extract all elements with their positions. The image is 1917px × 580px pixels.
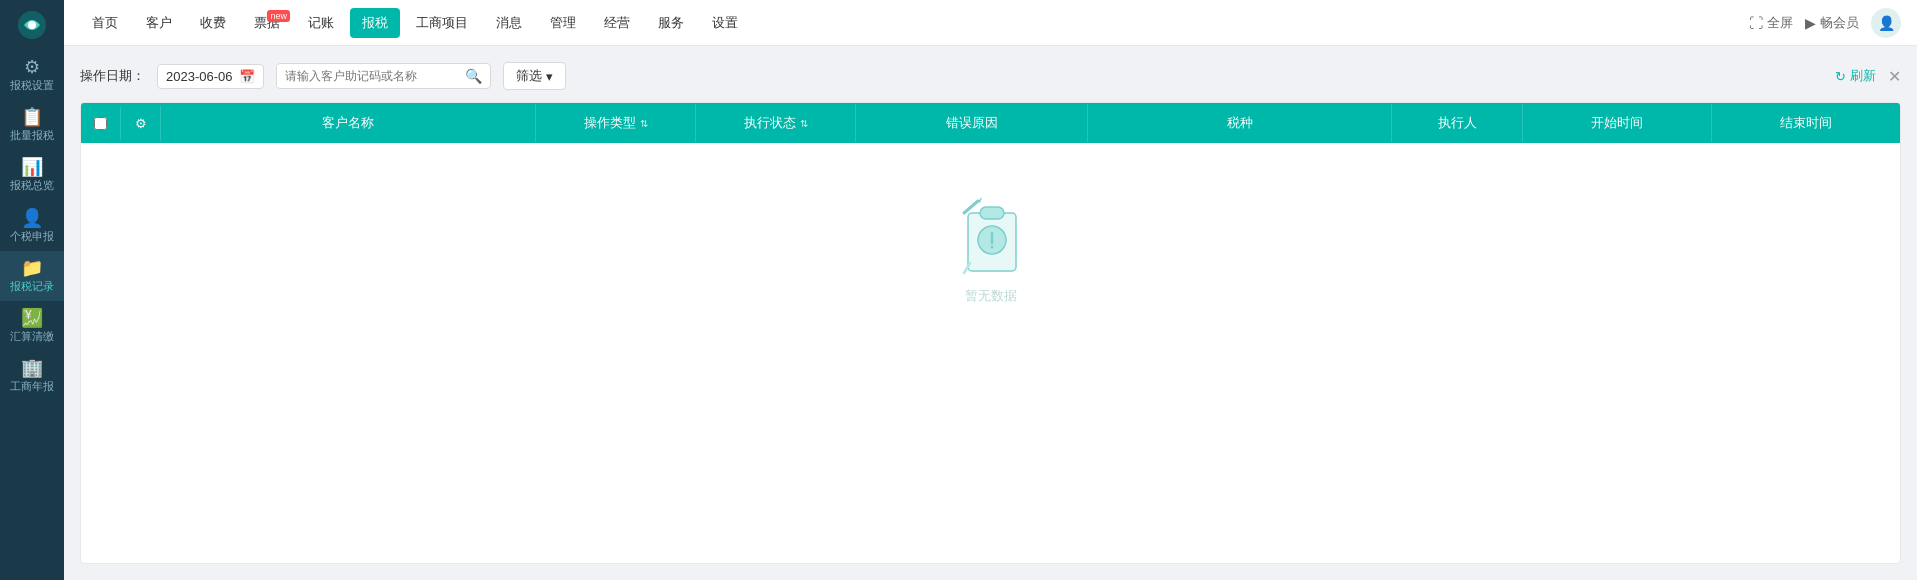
close-icon: ✕ [1888, 68, 1901, 85]
search-icon: 🔍 [465, 68, 482, 84]
overview-icon: 📊 [21, 158, 43, 176]
nav-item-fuwu[interactable]: 服务 [646, 8, 696, 38]
nav-item-jingying[interactable]: 经营 [592, 8, 642, 38]
sidebar-item-label: 汇算清缴 [10, 330, 54, 343]
sidebar-item-baoshuishezhi[interactable]: ⚙ 报税设置 [0, 50, 64, 100]
refresh-button[interactable]: ↻ 刷新 [1835, 67, 1876, 85]
sidebar-item-label: 报税总览 [10, 179, 54, 192]
th-tax-type: 税种 [1088, 104, 1391, 142]
nav-item-shezhi[interactable]: 设置 [700, 8, 750, 38]
avatar-icon: 👤 [1878, 15, 1895, 31]
chevron-down-icon: ▾ [546, 69, 553, 84]
toolbar: 操作日期： 2023-06-06 📅 🔍 筛选 ▾ ↻ 刷新 [80, 62, 1901, 90]
sidebar-item-huisuanqingchao[interactable]: 💹 汇算清缴 [0, 301, 64, 351]
sort-icon: ⇅ [640, 118, 648, 129]
filter-label: 筛选 [516, 67, 542, 85]
svg-line-2 [964, 201, 978, 213]
th-end-time: 结束时间 [1712, 104, 1900, 142]
fullscreen-icon: ⛶ [1749, 15, 1763, 31]
filter-button[interactable]: 筛选 ▾ [503, 62, 566, 90]
nav-item-shouye[interactable]: 首页 [80, 8, 130, 38]
fullscreen-button[interactable]: ⛶ 全屏 [1749, 14, 1793, 32]
th-exec-status[interactable]: 执行状态 ⇅ [696, 104, 856, 142]
nav-item-guanli[interactable]: 管理 [538, 8, 588, 38]
new-badge: new [267, 10, 290, 23]
th-executor: 执行人 [1392, 104, 1524, 142]
sidebar-item-baoshuizonglan[interactable]: 📊 报税总览 [0, 150, 64, 200]
annual-report-icon: 🏢 [21, 359, 43, 377]
gear-icon: ⚙ [135, 116, 147, 131]
svg-rect-5 [980, 207, 1004, 219]
nav-item-piao[interactable]: 票据 new [242, 8, 292, 38]
sidebar-item-label: 报税记录 [10, 280, 54, 293]
close-button[interactable]: ✕ [1888, 67, 1901, 86]
nav-right: ⛶ 全屏 ▶ 畅会员 👤 [1749, 8, 1901, 38]
personal-tax-icon: 👤 [21, 209, 43, 227]
empty-state: 暂无数据 [81, 143, 1900, 345]
main-area: 首页 客户 收费 票据 new 记账 报税 工商项目 消息 [64, 0, 1917, 580]
record-icon: 📁 [21, 259, 43, 277]
settings-icon: ⚙ [24, 58, 40, 76]
sidebar-item-geshuishenbao[interactable]: 👤 个税申报 [0, 201, 64, 251]
th-start-time: 开始时间 [1523, 104, 1712, 142]
table-body: 暂无数据 [81, 143, 1900, 563]
sidebar-item-gongshangnianbaoa[interactable]: 🏢 工商年报 [0, 351, 64, 401]
nav-item-shoufei[interactable]: 收费 [188, 8, 238, 38]
nav-item-baoshui[interactable]: 报税 [350, 8, 400, 38]
settlement-icon: 💹 [21, 309, 43, 327]
nav-item-xiaoxi[interactable]: 消息 [484, 8, 534, 38]
svg-point-1 [28, 21, 36, 29]
sidebar-item-piliangbaoshui[interactable]: 📋 批量报税 [0, 100, 64, 150]
top-nav: 首页 客户 收费 票据 new 记账 报税 工商项目 消息 [64, 0, 1917, 46]
th-settings[interactable]: ⚙ [121, 106, 161, 141]
sidebar-item-label: 个税申报 [10, 230, 54, 243]
toolbar-right: ↻ 刷新 ✕ [1835, 67, 1901, 86]
table-container: ⚙ 客户名称 操作类型 ⇅ 执行状态 ⇅ 错误原因 税种 [80, 102, 1901, 564]
date-value: 2023-06-06 [166, 69, 233, 84]
select-all-checkbox[interactable] [94, 117, 107, 130]
nav-item-jizhang[interactable]: 记账 [296, 8, 346, 38]
batch-tax-icon: 📋 [21, 108, 43, 126]
sidebar: ⚙ 报税设置 📋 批量报税 📊 报税总览 👤 个税申报 📁 报税记录 💹 汇算清… [0, 0, 64, 580]
nav-items: 首页 客户 收费 票据 new 记账 报税 工商项目 消息 [80, 8, 1749, 38]
sidebar-item-label: 工商年报 [10, 380, 54, 393]
avatar[interactable]: 👤 [1871, 8, 1901, 38]
th-error: 错误原因 [856, 104, 1088, 142]
empty-text: 暂无数据 [965, 287, 1017, 305]
table-header: ⚙ 客户名称 操作类型 ⇅ 执行状态 ⇅ 错误原因 税种 [81, 103, 1900, 143]
calendar-icon: 📅 [239, 69, 255, 84]
member-button[interactable]: ▶ 畅会员 [1805, 14, 1859, 32]
nav-item-kehu[interactable]: 客户 [134, 8, 184, 38]
member-icon: ▶ [1805, 15, 1816, 31]
sidebar-item-baoshuijilu[interactable]: 📁 报税记录 [0, 251, 64, 301]
content: 操作日期： 2023-06-06 📅 🔍 筛选 ▾ ↻ 刷新 [64, 46, 1917, 580]
th-checkbox[interactable] [81, 107, 121, 140]
date-picker[interactable]: 2023-06-06 📅 [157, 64, 264, 89]
svg-point-8 [990, 246, 993, 249]
search-input[interactable] [277, 65, 457, 87]
th-op-type[interactable]: 操作类型 ⇅ [536, 104, 696, 142]
empty-illustration [946, 183, 1036, 283]
th-customer: 客户名称 [161, 104, 536, 142]
search-box: 🔍 [276, 63, 491, 89]
refresh-icon: ↻ [1835, 69, 1846, 84]
sort-icon: ⇅ [800, 118, 808, 129]
search-button[interactable]: 🔍 [457, 64, 490, 88]
sidebar-item-label: 报税设置 [10, 79, 54, 92]
date-label: 操作日期： [80, 67, 145, 85]
nav-item-gongshang[interactable]: 工商项目 [404, 8, 480, 38]
sidebar-item-label: 批量报税 [10, 129, 54, 142]
app-logo[interactable] [0, 0, 64, 50]
